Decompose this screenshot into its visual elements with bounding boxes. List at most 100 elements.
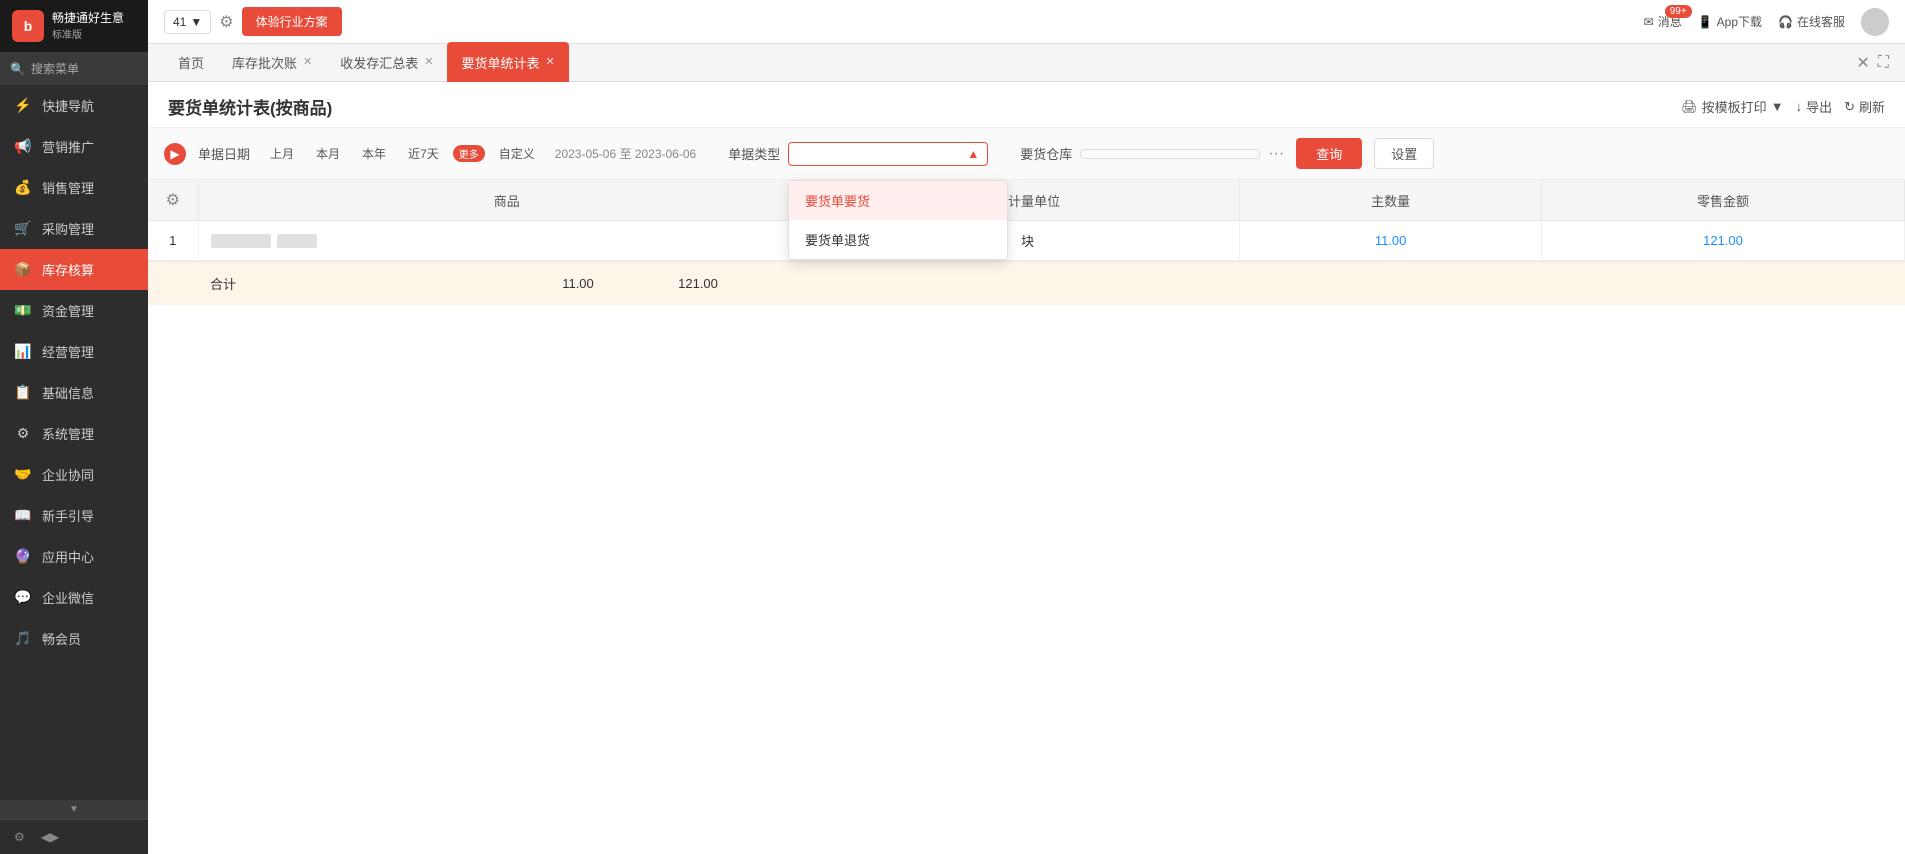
- sidebar-scroll-down[interactable]: ▼: [0, 800, 148, 819]
- sidebar-search[interactable]: 🔍 搜索菜单: [0, 52, 148, 85]
- type-filter-arrow-icon: ▲: [967, 147, 979, 161]
- sidebar-item-finance[interactable]: 💵 资金管理: [0, 290, 148, 331]
- sidebar-item-label: 企业微信: [42, 588, 94, 607]
- topbar-left: 41 ▼ ⚙ 体验行业方案: [164, 7, 1632, 36]
- sidebar-item-member[interactable]: 🎵 畅会员: [0, 618, 148, 659]
- tab-close-icon[interactable]: ✕: [546, 57, 555, 68]
- page-title: 要货单统计表(按商品): [168, 94, 332, 119]
- sidebar-item-quick-nav[interactable]: ⚡ 快捷导航: [0, 85, 148, 126]
- date-filter-label: 单据日期: [198, 144, 250, 163]
- date-btn-this-year[interactable]: 本年: [354, 142, 394, 165]
- page-actions: 🖨 按模板打印 ▼ ↓ 导出 ↻ 刷新: [1681, 97, 1885, 116]
- footer-label: 合计: [198, 274, 398, 293]
- trial-button[interactable]: 体验行业方案: [242, 7, 342, 36]
- sidebar-item-label: 基础信息: [42, 383, 94, 402]
- table-settings-icon[interactable]: ⚙: [166, 192, 180, 209]
- sidebar-item-system[interactable]: ⚙ 系统管理: [0, 413, 148, 454]
- sidebar-item-inventory[interactable]: 📦 库存核算: [0, 249, 148, 290]
- date-btn-last-month[interactable]: 上月: [262, 142, 302, 165]
- query-button[interactable]: 查询: [1296, 138, 1362, 169]
- export-icon: ↓: [1796, 99, 1803, 114]
- close-all-icon[interactable]: ✕: [1856, 53, 1869, 73]
- inventory-icon: 📦: [14, 261, 32, 278]
- tab-inventory-batch[interactable]: 库存批次账 ✕: [218, 42, 326, 83]
- sidebar-item-label: 应用中心: [42, 547, 94, 566]
- sidebar-item-label: 库存核算: [42, 260, 94, 279]
- export-button[interactable]: ↓ 导出: [1796, 97, 1833, 116]
- warehouse-filter-input[interactable]: [1080, 149, 1260, 159]
- refresh-button[interactable]: ↻ 刷新: [1844, 97, 1885, 116]
- row-quantity[interactable]: 11.00: [1240, 221, 1542, 261]
- date-btn-this-month[interactable]: 本月: [308, 142, 348, 165]
- sidebar-item-cooperation[interactable]: 🤝 企业协同: [0, 454, 148, 495]
- main-content: 41 ▼ ⚙ 体验行业方案 ✉ 消息 99+ 📱 App下载 🎧 在线客服: [148, 0, 1905, 854]
- print-label: 按模板打印: [1702, 97, 1767, 116]
- messages-button[interactable]: ✉ 消息 99+: [1644, 13, 1682, 30]
- tab-close-icon[interactable]: ✕: [424, 57, 433, 68]
- type-dropdown: 要货单要货 要货单退货: [788, 180, 1008, 260]
- warehouse-filter-wrap: 要货仓库 ···: [1020, 144, 1284, 163]
- row-product: [198, 221, 815, 261]
- tab-order-stats[interactable]: 要货单统计表 ✕: [447, 42, 568, 83]
- footer-quantity: 11.00: [518, 276, 638, 291]
- row-amount[interactable]: 121.00: [1541, 221, 1904, 261]
- table-row: 1 块 11.00 121.00: [148, 221, 1905, 261]
- purchase-icon: 🛒: [14, 220, 32, 237]
- guide-icon: 📖: [14, 507, 32, 524]
- page-header: 要货单统计表(按商品) 🖨 按模板打印 ▼ ↓ 导出 ↻ 刷新: [148, 82, 1905, 128]
- app-name: 畅捷通好生意: [52, 11, 124, 27]
- type-filter-wrap: 单据类型 ▲: [728, 142, 988, 166]
- online-service-label: 在线客服: [1797, 13, 1845, 30]
- set-button[interactable]: 设置: [1374, 138, 1434, 169]
- finance-icon: 💵: [14, 302, 32, 319]
- member-icon: 🎵: [14, 630, 32, 647]
- search-label: 搜索菜单: [31, 60, 79, 77]
- sidebar-settings-icon[interactable]: ⚙: [14, 830, 25, 844]
- filter-more-icon[interactable]: ···: [1268, 145, 1284, 163]
- type-filter-input[interactable]: ▲: [788, 142, 988, 166]
- sidebar-item-management[interactable]: 📊 经营管理: [0, 331, 148, 372]
- app-center-icon: 🔮: [14, 548, 32, 565]
- sidebar-item-basic-info[interactable]: 📋 基础信息: [0, 372, 148, 413]
- dropdown-item-return[interactable]: 要货单退货: [789, 220, 1007, 259]
- topbar-right: ✉ 消息 99+ 📱 App下载 🎧 在线客服: [1644, 8, 1889, 36]
- company-selector[interactable]: 41 ▼: [164, 10, 211, 34]
- topbar: 41 ▼ ⚙ 体验行业方案 ✉ 消息 99+ 📱 App下载 🎧 在线客服: [148, 0, 1905, 44]
- sidebar-item-wechat[interactable]: 💬 企业微信: [0, 577, 148, 618]
- print-dropdown-icon: ▼: [1771, 99, 1784, 114]
- filter-toggle-button[interactable]: ▶: [164, 143, 186, 165]
- sidebar-item-app-center[interactable]: 🔮 应用中心: [0, 536, 148, 577]
- filter-bar: ▶ 单据日期 上月 本月 本年 近7天 更多 自定义 2023-05-06 至 …: [148, 128, 1905, 180]
- print-button[interactable]: 🖨 按模板打印 ▼: [1681, 97, 1783, 116]
- sidebar-item-label: 系统管理: [42, 424, 94, 443]
- sidebar-item-guide[interactable]: 📖 新手引导: [0, 495, 148, 536]
- tab-receive-summary[interactable]: 收发存汇总表 ✕: [326, 42, 447, 83]
- row-index: 1: [148, 221, 198, 261]
- dropdown-item-order[interactable]: 要货单要货: [789, 181, 1007, 220]
- app-download-button[interactable]: 📱 App下载: [1698, 13, 1762, 30]
- topbar-gear-icon[interactable]: ⚙: [219, 12, 233, 32]
- date-more-badge[interactable]: 更多: [453, 145, 485, 162]
- sidebar-item-purchase[interactable]: 🛒 采购管理: [0, 208, 148, 249]
- type-filter-label: 单据类型: [728, 144, 780, 163]
- sidebar-item-label: 畅会员: [42, 629, 81, 648]
- tab-close-icon[interactable]: ✕: [303, 57, 312, 68]
- message-icon: ✉: [1644, 15, 1654, 29]
- sidebar-collapse-icon[interactable]: ◀▶: [41, 830, 59, 844]
- expand-icon[interactable]: ⛶: [1878, 54, 1889, 72]
- date-buttons: 上月 本月 本年 近7天 更多 自定义: [262, 142, 543, 165]
- tab-receive-summary-label: 收发存汇总表: [340, 53, 418, 72]
- user-avatar[interactable]: [1861, 8, 1889, 36]
- date-btn-7days[interactable]: 近7天: [400, 142, 447, 165]
- online-service-button[interactable]: 🎧 在线客服: [1778, 13, 1845, 30]
- refresh-icon: ↻: [1844, 99, 1855, 115]
- tab-home[interactable]: 首页: [164, 42, 218, 83]
- sidebar-item-label: 资金管理: [42, 301, 94, 320]
- sidebar-item-sales[interactable]: 💰 销售管理: [0, 167, 148, 208]
- marketing-icon: 📢: [14, 138, 32, 155]
- search-icon: 🔍: [10, 62, 25, 76]
- date-btn-custom[interactable]: 自定义: [491, 142, 543, 165]
- sidebar-item-marketing[interactable]: 📢 营销推广: [0, 126, 148, 167]
- date-range-display: 2023-05-06 至 2023-06-06: [555, 145, 696, 162]
- col-settings: ⚙: [148, 180, 198, 221]
